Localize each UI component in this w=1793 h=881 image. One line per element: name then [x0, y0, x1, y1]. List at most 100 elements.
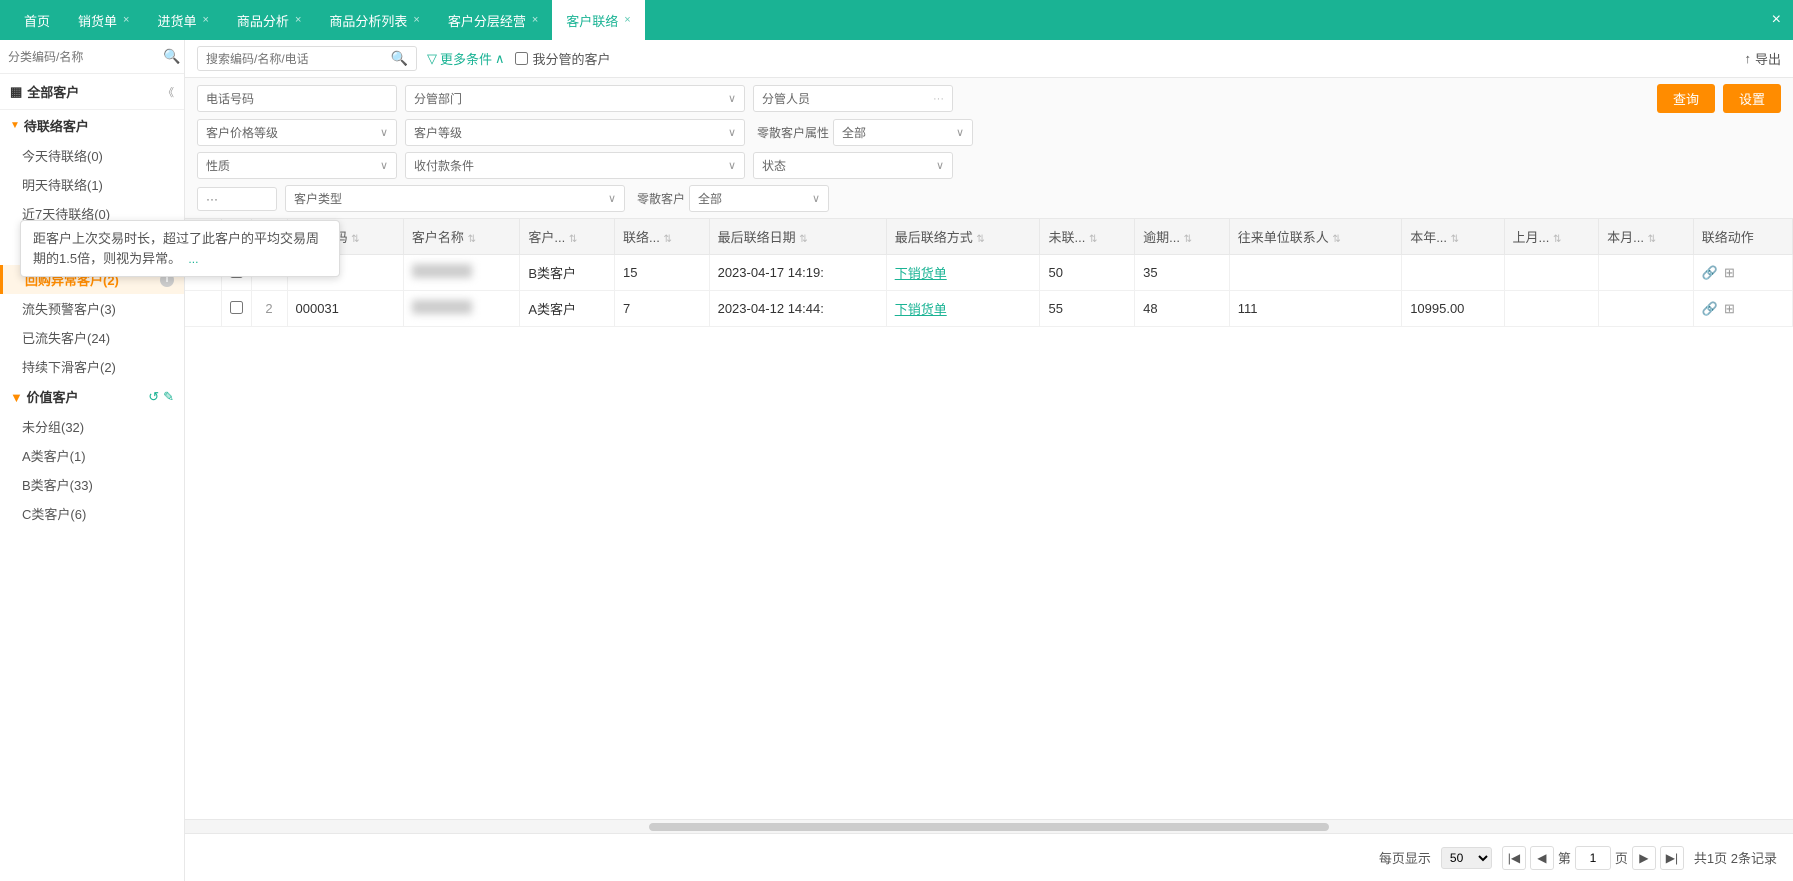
- sort-this-month-icon: ⇅: [1648, 234, 1656, 245]
- row1-action-icons[interactable]: 🔗 ⊞: [1702, 265, 1784, 281]
- table-header-row: ⚙ 客户编码 ⇅ 客户名称 ⇅: [185, 219, 1793, 255]
- row2-checkbox[interactable]: [221, 291, 251, 327]
- payment-label: 收付款条件: [414, 157, 474, 174]
- value-group-actions[interactable]: ↺ ✎: [148, 389, 174, 405]
- col-type[interactable]: 客户... ⇅: [520, 219, 615, 255]
- row1-last-date: 2023-04-17 14:19:: [709, 255, 886, 291]
- scroll-thumb[interactable]: [649, 823, 1329, 831]
- row2-last-date: 2023-04-12 14:44:: [709, 291, 886, 327]
- data-table-container: ⚙ 客户编码 ⇅ 客户名称 ⇅: [185, 219, 1793, 819]
- settings-button[interactable]: 设置: [1723, 84, 1781, 113]
- data-table: ⚙ 客户编码 ⇅ 客户名称 ⇅: [185, 219, 1793, 327]
- sidebar-today-contact[interactable]: 今天待联络(0): [0, 141, 184, 170]
- nav-sales-close[interactable]: ×: [123, 14, 129, 26]
- row1-overdue: 35: [1135, 255, 1230, 291]
- row2-grid-icon[interactable]: ⊞: [1724, 301, 1735, 317]
- filter-toolbar: 🔍 ▽ 更多条件 ∧ 我分管的客户 ↑ 导出: [185, 40, 1793, 78]
- tooltip-box: 距客户上次交易时长，超过了此客户的平均交易周期的1.5倍，则视为异常。: [20, 220, 340, 277]
- row1-grid-icon[interactable]: ⊞: [1724, 265, 1735, 281]
- col-contact-person[interactable]: 往来单位联系人 ⇅: [1229, 219, 1401, 255]
- col-last-method[interactable]: 最后联络方式 ⇅: [886, 219, 1040, 255]
- row2-link-icon[interactable]: 🔗: [1702, 301, 1718, 317]
- row2-last-method[interactable]: 下销货单: [886, 291, 1040, 327]
- nav-sales[interactable]: 销货单 ×: [64, 0, 143, 40]
- pending-contact-group[interactable]: ▼ 待联络客户: [0, 110, 184, 141]
- search-input[interactable]: [206, 52, 391, 66]
- nav-customer-tier-close[interactable]: ×: [532, 14, 538, 26]
- col-name[interactable]: 客户名称 ⇅: [403, 219, 519, 255]
- col-last-date[interactable]: 最后联络日期 ⇅: [709, 219, 886, 255]
- horizontal-scrollbar[interactable]: [185, 819, 1793, 833]
- first-page-btn[interactable]: |◀: [1502, 846, 1526, 870]
- status-field[interactable]: 状态 ∨: [753, 152, 953, 179]
- sidebar-tomorrow-contact[interactable]: 明天待联络(1): [0, 170, 184, 199]
- nav-purchase-close[interactable]: ×: [202, 14, 208, 26]
- sidebar-b-customer[interactable]: B类客户(33): [0, 470, 184, 499]
- col-overdue[interactable]: 逾期... ⇅: [1135, 219, 1230, 255]
- total-records-label: 共1页 2条记录: [1694, 848, 1777, 867]
- col-contact-count[interactable]: 联络... ⇅: [614, 219, 709, 255]
- window-close-button[interactable]: ×: [1772, 11, 1781, 29]
- nav-customer-contact[interactable]: 客户联络 ×: [552, 0, 644, 40]
- price-level-field[interactable]: 客户价格等级 ∨: [197, 119, 397, 146]
- col-action: 联络动作: [1693, 219, 1792, 255]
- last-page-btn[interactable]: ▶|: [1660, 846, 1684, 870]
- row1-link-icon[interactable]: 🔗: [1702, 265, 1718, 281]
- row2-check[interactable]: [230, 301, 243, 314]
- nav-analysis-list-close[interactable]: ×: [413, 14, 419, 26]
- customer-level-field[interactable]: 客户等级 ∨: [405, 119, 745, 146]
- status-dropdown: ∨: [936, 159, 944, 172]
- sidebar-loss-warning[interactable]: 流失预警客户(3): [0, 294, 184, 323]
- nav-home[interactable]: 首页: [10, 0, 64, 40]
- row1-last-method[interactable]: 下销货单: [886, 255, 1040, 291]
- customer-type-field[interactable]: 客户类型 ∨: [285, 185, 625, 212]
- sort-no-contact-icon: ⇅: [1089, 234, 1097, 245]
- sidebar-c-customer[interactable]: C类客户(6): [0, 499, 184, 528]
- nav-customer-tier[interactable]: 客户分层经营 ×: [434, 0, 552, 40]
- nav-customer-contact-close[interactable]: ×: [624, 14, 630, 26]
- nav-analysis[interactable]: 商品分析 ×: [223, 0, 315, 40]
- col-no-contact[interactable]: 未联... ⇅: [1040, 219, 1135, 255]
- more-conditions-btn[interactable]: ▽ 更多条件 ∧: [427, 49, 505, 68]
- sparse-attr-label: 零散客户属性: [757, 124, 829, 141]
- sidebar-declining-customer[interactable]: 持续下滑客户(2): [0, 352, 184, 381]
- col-last-month[interactable]: 上月... ⇅: [1504, 219, 1599, 255]
- all-customers-header[interactable]: ▦ 全部客户 《: [0, 74, 184, 110]
- sidebar-a-customer[interactable]: A类客户(1): [0, 441, 184, 470]
- row2-action-icons[interactable]: 🔗 ⊞: [1702, 301, 1784, 317]
- my-customer-checkbox[interactable]: 我分管的客户: [515, 49, 611, 68]
- refresh-icon[interactable]: ↺: [148, 389, 159, 405]
- sidebar-search-input[interactable]: [8, 50, 163, 64]
- grid-icon: ▦: [10, 84, 22, 100]
- search-icon[interactable]: 🔍: [391, 50, 408, 67]
- page-number-input[interactable]: [1575, 846, 1611, 870]
- nav-purchase[interactable]: 进货单 ×: [143, 0, 222, 40]
- nature-field[interactable]: 性质 ∨: [197, 152, 397, 179]
- row2-settings: [185, 291, 221, 327]
- collapse-icon: 《: [163, 84, 174, 100]
- dots-field[interactable]: ···: [197, 187, 277, 211]
- per-page-select[interactable]: 50 20 100 200: [1441, 847, 1492, 869]
- prev-page-btn[interactable]: ◀: [1530, 846, 1554, 870]
- nav-analysis-close[interactable]: ×: [295, 14, 301, 26]
- sparse-customer-field[interactable]: 全部 ∨: [689, 185, 829, 212]
- col-this-month[interactable]: 本月... ⇅: [1599, 219, 1694, 255]
- payment-field[interactable]: 收付款条件 ∨: [405, 152, 745, 179]
- sidebar-search-icon[interactable]: 🔍: [163, 48, 180, 65]
- sparse-attr-field[interactable]: 全部 ∨: [833, 119, 973, 146]
- sidebar-lost-customer[interactable]: 已流失客户(24): [0, 323, 184, 352]
- export-btn[interactable]: ↑ 导出: [1744, 49, 1781, 68]
- edit-icon[interactable]: ✎: [163, 389, 174, 405]
- dept-field[interactable]: 分管部门 ∨: [405, 85, 745, 112]
- chevron-down-icon: ∧: [495, 51, 505, 67]
- sidebar-ungroup[interactable]: 未分组(32): [0, 412, 184, 441]
- my-customer-check[interactable]: [515, 52, 528, 65]
- query-button[interactable]: 查询: [1657, 84, 1715, 113]
- col-this-year[interactable]: 本年... ⇅: [1402, 219, 1504, 255]
- sidebar-search-bar: 🔍: [0, 40, 184, 74]
- row2-name: [403, 291, 519, 327]
- manager-field[interactable]: 分管人员 ···: [753, 85, 953, 112]
- nav-analysis-list[interactable]: 商品分析列表 ×: [315, 0, 433, 40]
- next-page-btn[interactable]: ▶: [1632, 846, 1656, 870]
- phone-field[interactable]: 电话号码: [197, 85, 397, 112]
